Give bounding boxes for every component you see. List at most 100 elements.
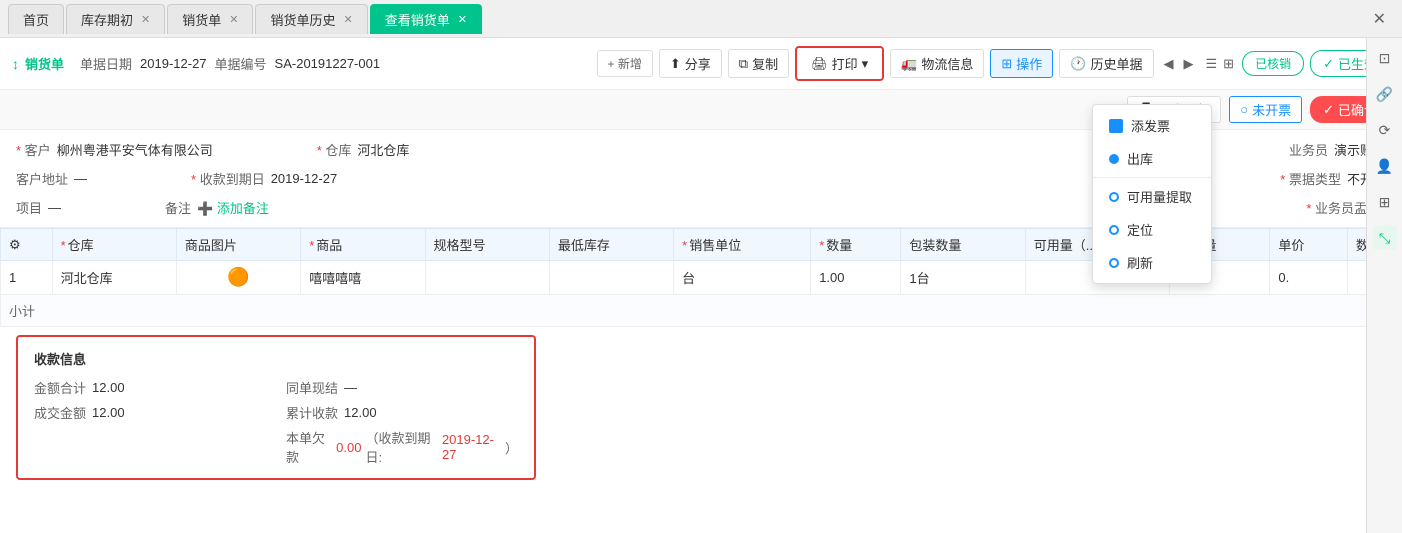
doc-title-text: 销货单: [25, 54, 64, 73]
sold-button[interactable]: 已核销: [1242, 51, 1304, 76]
tab-view-sales[interactable]: 查看销货单 ✕: [370, 4, 482, 34]
invoice-icon: [1109, 119, 1123, 133]
col-image: 商品图片: [176, 229, 300, 261]
ticket-type-label: 票据类型: [1280, 169, 1341, 188]
col-pkg-qty: 包装数量: [901, 229, 1025, 261]
cumulative-value: 12.00: [344, 405, 377, 420]
summary-grid: 金额合计 12.00 同单现结 — 成交金额 12.00 累计收款 12.00 …: [34, 378, 518, 466]
right-icon-5[interactable]: ⊞: [1373, 190, 1397, 214]
menu-item-invoice[interactable]: 添发票: [1093, 109, 1211, 142]
transaction-row: 成交金额 12.00: [34, 403, 266, 422]
row-pkg-qty: 1台: [901, 261, 1025, 295]
ticket-icon: ○: [1240, 102, 1248, 117]
row-product: 嘻嘻嘻嘻: [301, 261, 425, 295]
warehouse-value: 河北仓库: [357, 140, 409, 159]
tab-home-label: 首页: [23, 10, 49, 29]
not-open-button[interactable]: ○ 未开票: [1229, 96, 1302, 123]
tab-home[interactable]: 首页: [8, 4, 64, 34]
next-button[interactable]: ▶: [1180, 54, 1198, 74]
row-no: 1: [1, 261, 53, 295]
share-button[interactable]: ⬆ 分享: [659, 49, 722, 78]
menu-item-locate[interactable]: 定位: [1093, 213, 1211, 246]
right-icon-3[interactable]: ⟳: [1373, 118, 1397, 142]
due-date-label: 收款到期日: [191, 169, 265, 188]
toolbar: + 新增 ⬆ 分享 ⧉ 复制 🖨 打印 ▾ 🚛: [597, 46, 1390, 81]
menu-item-avail-label: 可用量提取: [1127, 187, 1192, 206]
row-min-stock: [549, 261, 673, 295]
owe-label: 本单欠款: [286, 428, 332, 466]
tab-inventory-close[interactable]: ✕: [141, 13, 150, 26]
remark-label: 备注: [165, 198, 191, 217]
window-close-button[interactable]: ✕: [1365, 5, 1394, 33]
tab-bar: 首页 库存期初 ✕ 销货单 ✕ 销货单历史 ✕ 查看销货单 ✕ ✕: [0, 0, 1402, 38]
menu-item-outstock[interactable]: 出库: [1093, 142, 1211, 175]
right-panel: ⊡ 🔗 ⟳ 👤 ⊞ ⤡: [1366, 38, 1402, 533]
tab-view-sales-close[interactable]: ✕: [458, 13, 467, 26]
col-qty: *数量: [811, 229, 901, 261]
right-icon-4[interactable]: 👤: [1373, 154, 1397, 178]
date-label: 单据日期: [80, 54, 132, 73]
same-order-row: 同单现结 —: [286, 378, 518, 397]
check-icon: ✓: [1323, 102, 1334, 118]
tab-sales[interactable]: 销货单 ✕: [167, 4, 253, 34]
add-remark-button[interactable]: ➕ 添加备注: [197, 198, 269, 217]
owe-suffix: （收款到期日:: [365, 428, 437, 466]
print-button[interactable]: 🖨 打印 ▾: [801, 50, 878, 77]
tab-history[interactable]: 销货单历史 ✕: [255, 4, 367, 34]
menu-item-refresh[interactable]: 刷新: [1093, 246, 1211, 279]
summary-box: 收款信息 金额合计 12.00 同单现结 — 成交金额 12.00 累计收款 1…: [16, 335, 536, 480]
tab-inventory[interactable]: 库存期初 ✕: [66, 4, 165, 34]
history-icon: 🕐: [1070, 56, 1086, 72]
due-date-field: 收款到期日 2019-12-27: [191, 169, 337, 188]
print-highlight-area: 🖨 打印 ▾: [795, 46, 884, 81]
customer-label: 客户: [16, 140, 51, 159]
warehouse-field: 仓库 河北仓库: [317, 140, 410, 159]
menu-divider: [1093, 177, 1211, 178]
copy-button[interactable]: ⧉ 复制: [728, 49, 789, 78]
tab-sales-close[interactable]: ✕: [229, 13, 238, 26]
date-value: 2019-12-27: [140, 56, 207, 71]
action-button[interactable]: ⊞ 操作: [990, 49, 1053, 78]
tab-view-sales-label: 查看销货单: [385, 10, 450, 29]
col-min-stock: 最低库存: [549, 229, 673, 261]
menu-item-avail[interactable]: 可用量提取: [1093, 180, 1211, 213]
remark-field: 备注 ➕ 添加备注: [165, 198, 269, 217]
warehouse-label: 仓库: [317, 140, 352, 159]
row-spec: [425, 261, 549, 295]
address-label: 客户地址: [16, 169, 68, 188]
project-label: 项目: [16, 198, 42, 217]
owe-row: 本单欠款 0.00 （收款到期日: 2019-12-27 ）: [286, 428, 518, 466]
col-price: 单价: [1270, 229, 1347, 261]
cumulative-label: 累计收款: [286, 403, 338, 422]
project-field: 项目 —: [16, 198, 61, 217]
project-value: —: [48, 200, 61, 215]
doc-title-area: ↕ 销货单: [12, 54, 64, 73]
history-button[interactable]: 🕐 历史单据: [1059, 49, 1153, 78]
avail-icon: [1109, 192, 1119, 202]
col-spec: 规格型号: [425, 229, 549, 261]
main-content: ↕ 销货单 单据日期 2019-12-27 单据编号 SA-20191227-0…: [0, 38, 1402, 533]
right-icon-expand[interactable]: ⤡: [1373, 226, 1397, 250]
copy-icon: ⧉: [739, 56, 748, 72]
due-date-value: 2019-12-27: [271, 171, 338, 186]
new-button[interactable]: + 新增: [597, 50, 653, 77]
right-icon-2[interactable]: 🔗: [1373, 82, 1397, 106]
same-order-value: —: [344, 380, 357, 395]
refresh-icon: [1109, 258, 1119, 268]
tab-sales-label: 销货单: [182, 10, 221, 29]
tab-history-close[interactable]: ✕: [344, 13, 353, 26]
print-dropdown-arrow: ▾: [862, 56, 869, 72]
locate-icon: [1109, 225, 1119, 235]
logistics-button[interactable]: 🚛 物流信息: [890, 49, 984, 78]
list-layout-icon[interactable]: ☰: [1204, 54, 1220, 74]
same-order-label: 同单现结: [286, 378, 338, 397]
transaction-label: 成交金额: [34, 403, 86, 422]
doc-header: ↕ 销货单 单据日期 2019-12-27 单据编号 SA-20191227-0…: [0, 38, 1402, 90]
summary-title: 收款信息: [34, 349, 518, 368]
col-product: *商品: [301, 229, 425, 261]
layout-icons: ☰ ⊞: [1204, 54, 1237, 74]
grid-layout-icon[interactable]: ⊞: [1221, 54, 1236, 74]
prev-button[interactable]: ◀: [1160, 54, 1178, 74]
right-icon-1[interactable]: ⊡: [1373, 46, 1397, 70]
amount-row: 金额合计 12.00: [34, 378, 266, 397]
